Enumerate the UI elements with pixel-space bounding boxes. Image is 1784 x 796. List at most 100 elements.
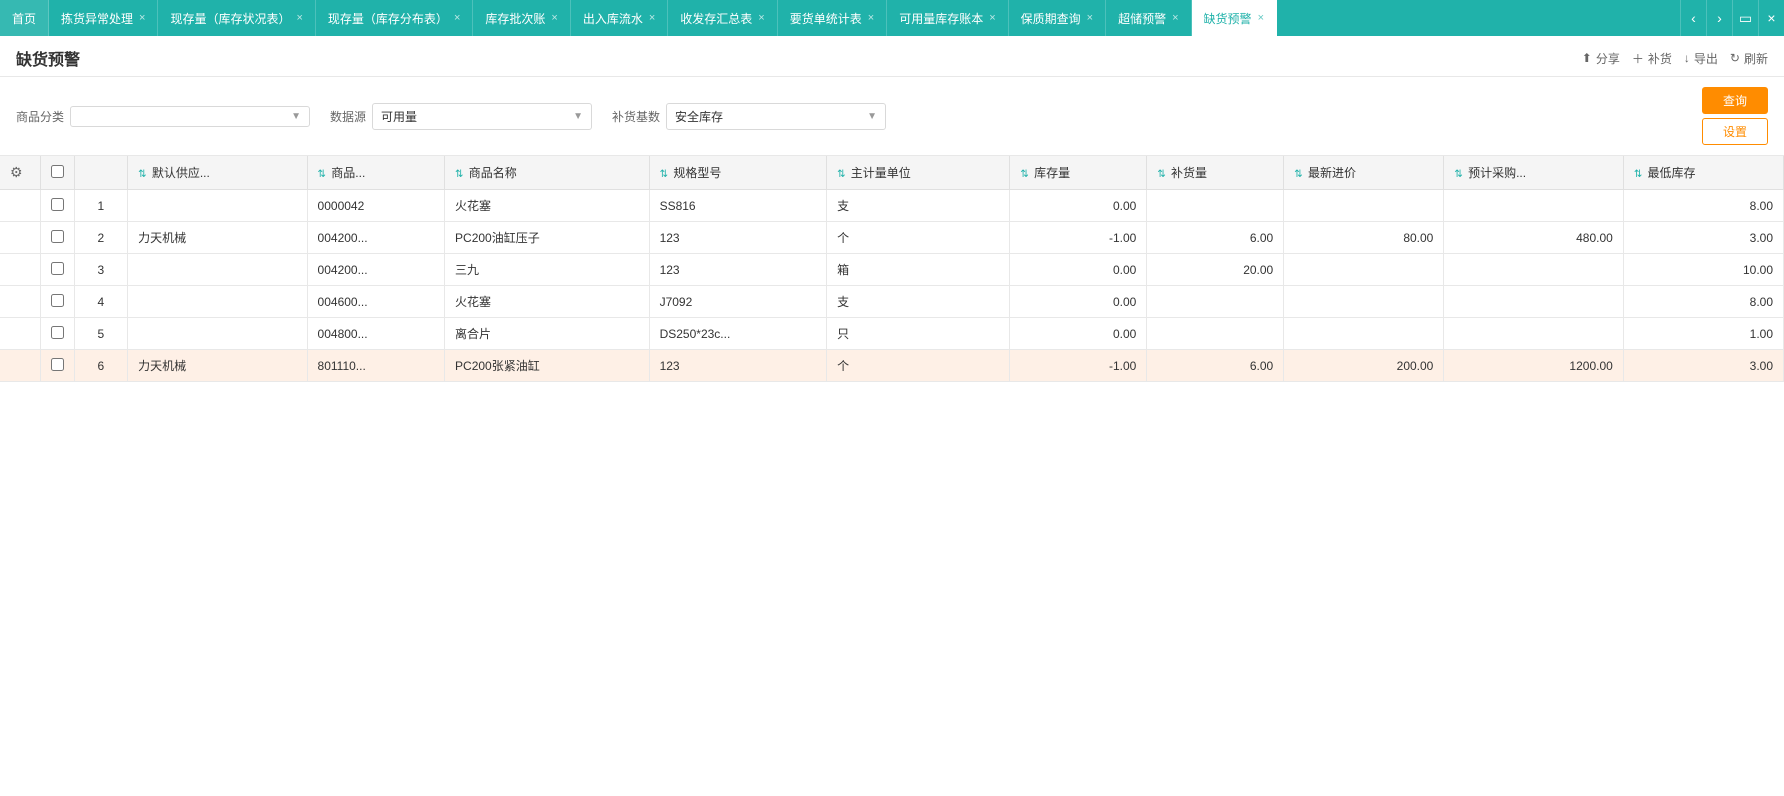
row-checkbox-4[interactable] (40, 318, 74, 350)
row-select-4[interactable] (51, 326, 64, 339)
th-checkbox (40, 156, 74, 190)
tab-demand-close[interactable]: × (868, 12, 874, 24)
tab-collect-close[interactable]: × (758, 12, 764, 24)
row-gear-5 (0, 350, 40, 382)
th-unit[interactable]: ⇅ 主计量单位 (827, 156, 1010, 190)
tab-overstock[interactable]: 超储预警 × (1106, 0, 1191, 36)
export-label: 导出 (1694, 50, 1718, 67)
th-stock[interactable]: ⇅ 库存量 (1010, 156, 1147, 190)
row-select-0[interactable] (51, 198, 64, 211)
share-button[interactable]: ⬆ 分享 (1582, 50, 1620, 67)
row-num-3: 4 (74, 286, 128, 318)
filter-replenish-base-group: 补货基数 安全库存 ▼ (612, 103, 886, 130)
share-icon: ⬆ (1582, 51, 1592, 65)
table-row: 2 力天机械 004200... PC200油缸压子 123 个 -1.00 6… (0, 222, 1784, 254)
replenish-base-select[interactable]: 安全库存 ▼ (666, 103, 886, 130)
th-num (74, 156, 128, 190)
category-select[interactable]: ▼ (70, 106, 310, 127)
row-est-purchase-2 (1444, 254, 1623, 286)
tab-collect[interactable]: 收发存汇总表 × (668, 0, 777, 36)
settings-button[interactable]: 设置 (1702, 118, 1768, 145)
row-supplier-2 (128, 254, 307, 286)
replenish-button[interactable]: ＋ 补货 (1632, 50, 1672, 67)
row-unit-4: 只 (827, 318, 1010, 350)
tab-expiry-close[interactable]: × (1087, 12, 1093, 24)
row-spec-5: 123 (649, 350, 826, 382)
row-unit-0: 支 (827, 190, 1010, 222)
row-stock-2: 0.00 (1010, 254, 1147, 286)
tab-stock-status[interactable]: 现存量（库存状况表） × (158, 0, 315, 36)
tab-batch[interactable]: 库存批次账 × (473, 0, 570, 36)
datasource-label: 数据源 (330, 108, 366, 125)
tab-available-close[interactable]: × (989, 12, 995, 24)
tab-exception-close[interactable]: × (139, 12, 145, 24)
th-min-stock[interactable]: ⇅ 最低库存 (1623, 156, 1783, 190)
row-goods-code-5: 801110... (307, 350, 444, 382)
row-num-5: 6 (74, 350, 128, 382)
tab-bar: 首页 拣货异常处理 × 现存量（库存状况表） × 现存量（库存分布表） × 库存… (0, 0, 1784, 36)
row-gear-0 (0, 190, 40, 222)
category-chevron: ▼ (291, 111, 301, 122)
row-select-1[interactable] (51, 230, 64, 243)
tab-stock-dist[interactable]: 现存量（库存分布表） × (316, 0, 473, 36)
th-spec[interactable]: ⇅ 规格型号 (649, 156, 826, 190)
query-button[interactable]: 查询 (1702, 87, 1768, 114)
export-button[interactable]: ↓ 导出 (1684, 50, 1718, 67)
refresh-icon: ↻ (1730, 51, 1740, 65)
tab-available[interactable]: 可用量库存账本 × (887, 0, 1008, 36)
spec-sort-icon: ⇅ (660, 169, 668, 180)
row-goods-code-3: 004600... (307, 286, 444, 318)
row-checkbox-0[interactable] (40, 190, 74, 222)
row-checkbox-3[interactable] (40, 286, 74, 318)
row-goods-code-1: 004200... (307, 222, 444, 254)
row-spec-1: 123 (649, 222, 826, 254)
th-replenish[interactable]: ⇅ 补货量 (1147, 156, 1284, 190)
tab-prev-button[interactable]: ‹ (1680, 0, 1706, 36)
tab-shortage-label: 缺货预警 (1204, 10, 1252, 27)
table-row: 6 力天机械 801110... PC200张紧油缸 123 个 -1.00 6… (0, 350, 1784, 382)
th-supplier[interactable]: ⇅ 默认供应... (128, 156, 307, 190)
row-supplier-3 (128, 286, 307, 318)
row-stock-5: -1.00 (1010, 350, 1147, 382)
row-stock-3: 0.00 (1010, 286, 1147, 318)
tab-shortage[interactable]: 缺货预警 × (1192, 0, 1277, 36)
tab-close-button[interactable]: × (1758, 0, 1784, 36)
datasource-select[interactable]: 可用量 ▼ (372, 103, 592, 130)
tab-stock-dist-close[interactable]: × (454, 12, 460, 24)
th-goods-name[interactable]: ⇅ 商品名称 (445, 156, 650, 190)
tab-demand[interactable]: 要货单统计表 × (778, 0, 887, 36)
row-goods-name-0: 火花塞 (445, 190, 650, 222)
tab-home-label: 首页 (12, 10, 36, 27)
row-checkbox-5[interactable] (40, 350, 74, 382)
tab-exception[interactable]: 拣货异常处理 × (49, 0, 158, 36)
row-checkbox-1[interactable] (40, 222, 74, 254)
row-est-purchase-5: 1200.00 (1444, 350, 1623, 382)
filter-datasource-group: 数据源 可用量 ▼ (330, 103, 592, 130)
tab-batch-close[interactable]: × (551, 12, 557, 24)
tab-expiry[interactable]: 保质期查询 × (1009, 0, 1106, 36)
tab-next-button[interactable]: › (1706, 0, 1732, 36)
tab-overstock-close[interactable]: × (1172, 12, 1178, 24)
tab-restore-button[interactable]: ▭ (1732, 0, 1758, 36)
row-latest-price-1: 80.00 (1284, 222, 1444, 254)
row-unit-5: 个 (827, 350, 1010, 382)
tab-stock-status-close[interactable]: × (296, 12, 302, 24)
header-actions: ⬆ 分享 ＋ 补货 ↓ 导出 ↻ 刷新 (1582, 50, 1768, 67)
refresh-button[interactable]: ↻ 刷新 (1730, 50, 1768, 67)
row-select-3[interactable] (51, 294, 64, 307)
tab-inout-close[interactable]: × (649, 12, 655, 24)
select-all-checkbox[interactable] (51, 165, 64, 178)
column-settings-icon[interactable]: ⚙ (10, 164, 23, 180)
th-est-purchase[interactable]: ⇅ 预计采购... (1444, 156, 1623, 190)
row-min-stock-5: 3.00 (1623, 350, 1783, 382)
tab-inout[interactable]: 出入库流水 × (571, 0, 668, 36)
tab-home[interactable]: 首页 (0, 0, 49, 36)
row-checkbox-2[interactable] (40, 254, 74, 286)
row-select-5[interactable] (51, 358, 64, 371)
tab-shortage-close[interactable]: × (1258, 12, 1264, 24)
th-goods-code[interactable]: ⇅ 商品... (307, 156, 444, 190)
row-select-2[interactable] (51, 262, 64, 275)
latest-price-sort-icon: ⇅ (1294, 169, 1302, 180)
filter-actions: 查询 设置 (1702, 87, 1768, 145)
th-latest-price[interactable]: ⇅ 最新进价 (1284, 156, 1444, 190)
